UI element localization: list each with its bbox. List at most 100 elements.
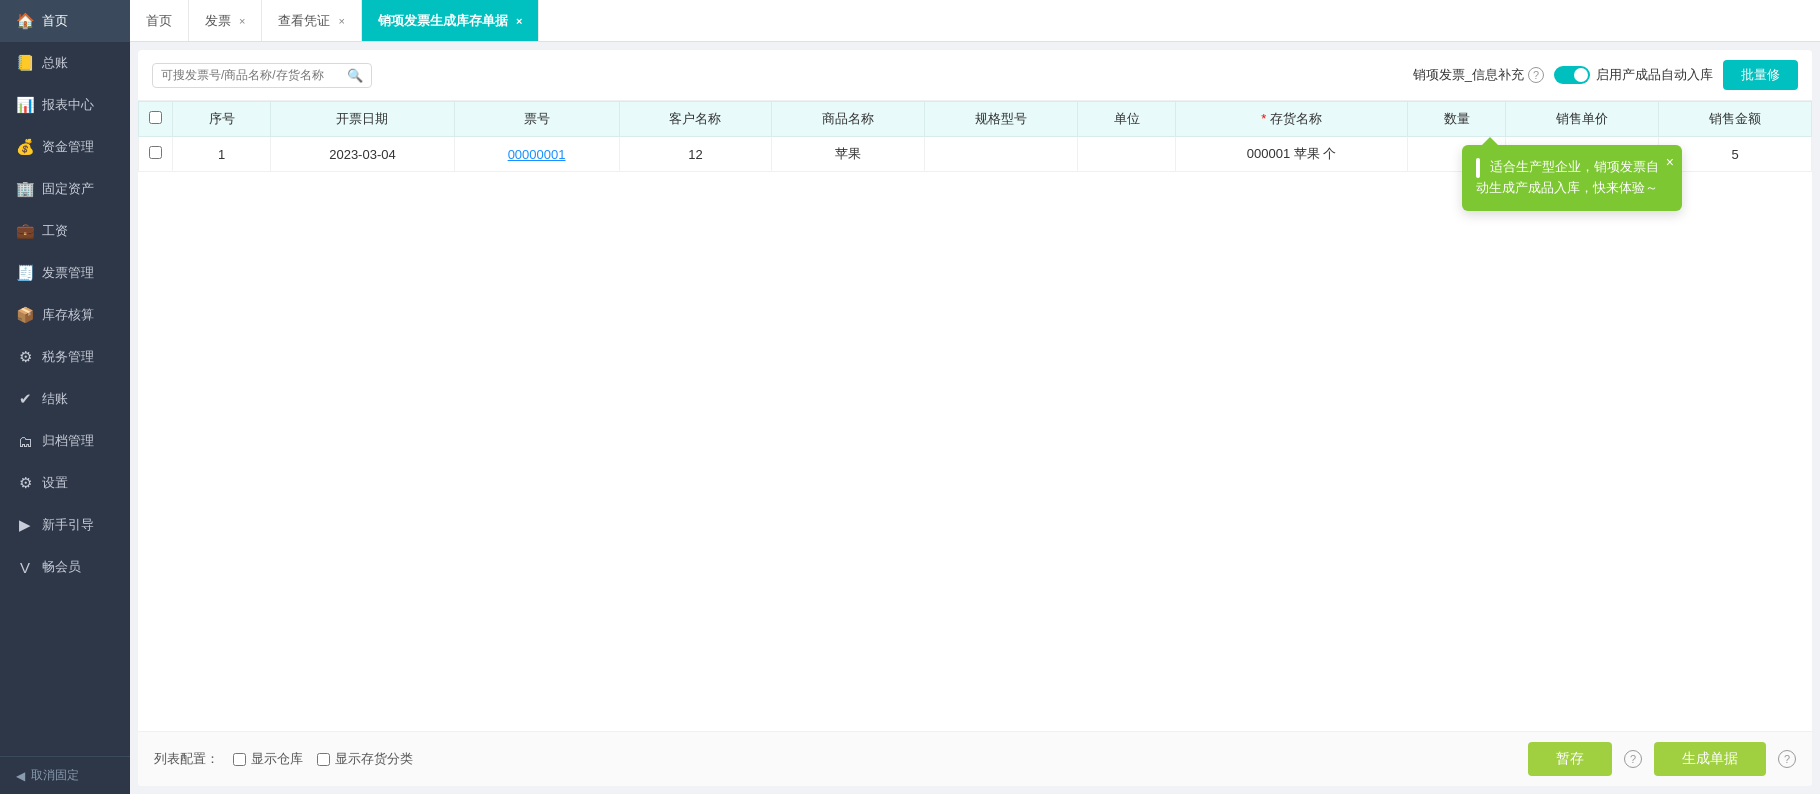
tab-home[interactable]: 首页	[130, 0, 189, 41]
row-invoice-no[interactable]: 00000001	[454, 137, 619, 172]
show-category-label: 显示存货分类	[335, 750, 413, 768]
sidebar-item-reports[interactable]: 📊 报表中心	[0, 84, 130, 126]
sidebar-item-invoice[interactable]: 🧾 发票管理	[0, 252, 130, 294]
show-category-wrap[interactable]: 显示存货分类	[317, 750, 413, 768]
save-help-icon[interactable]: ?	[1624, 750, 1642, 768]
bottom-bar: 列表配置： 显示仓库 显示存货分类 暂存 ? 生成单据 ?	[138, 731, 1812, 786]
row-customer: 12	[619, 137, 772, 172]
header-unit: 单位	[1078, 102, 1176, 137]
funds-icon: 💰	[16, 138, 34, 156]
sidebar-item-settings[interactable]: ⚙ 设置	[0, 462, 130, 504]
toggle-label: 启用产成品自动入库	[1596, 66, 1713, 84]
pin-label: 取消固定	[31, 767, 79, 784]
search-input[interactable]	[161, 68, 341, 82]
batch-button[interactable]: 批量修	[1723, 60, 1798, 90]
info-help-icon[interactable]: ?	[1528, 67, 1544, 83]
header-invoice-no: 票号	[454, 102, 619, 137]
tab-cancel-invoice-label: 销项发票生成库存单据	[378, 12, 508, 30]
sidebar-item-salary[interactable]: 💼 工资	[0, 210, 130, 252]
show-category-checkbox[interactable]	[317, 753, 330, 766]
info-label-text: 销项发票_信息补充	[1413, 66, 1524, 84]
header-qty: 数量	[1407, 102, 1505, 137]
sidebar-item-inventory[interactable]: 📦 库存核算	[0, 294, 130, 336]
table-header-row: 序号 开票日期 票号 客户名称 商品名称 规格型号 单位 存货名称 数量 销售单…	[139, 102, 1812, 137]
header-amount: 销售金额	[1659, 102, 1812, 137]
tooltip-close-icon[interactable]: ×	[1666, 151, 1674, 173]
tab-home-label: 首页	[146, 12, 172, 30]
tab-cancel-invoice-close[interactable]: ×	[516, 15, 522, 27]
header-customer: 客户名称	[619, 102, 772, 137]
home-icon: 🏠	[16, 12, 34, 30]
sidebar-item-settle[interactable]: ✔ 结账	[0, 378, 130, 420]
invoice-icon: 🧾	[16, 264, 34, 282]
reports-icon: 📊	[16, 96, 34, 114]
tab-voucher-label: 查看凭证	[278, 12, 330, 30]
row-date: 2023-03-04	[271, 137, 454, 172]
sidebar-item-guide[interactable]: ▶ 新手引导	[0, 504, 130, 546]
auto-entry-toggle[interactable]	[1554, 66, 1590, 84]
sidebar-item-label: 新手引导	[42, 516, 94, 534]
sidebar-item-label: 设置	[42, 474, 68, 492]
sidebar-item-label: 税务管理	[42, 348, 94, 366]
search-icon[interactable]: 🔍	[347, 68, 363, 83]
sidebar-item-assets[interactable]: 🏢 固定资产	[0, 168, 130, 210]
ledger-icon: 📒	[16, 54, 34, 72]
row-checkbox[interactable]	[149, 146, 162, 159]
save-button[interactable]: 暂存	[1528, 742, 1612, 776]
archive-icon: 🗂	[16, 433, 34, 450]
pin-toggle[interactable]: ◀ 取消固定	[0, 756, 130, 794]
tab-invoice[interactable]: 发票 ×	[189, 0, 262, 41]
generate-button[interactable]: 生成单据	[1654, 742, 1766, 776]
info-label: 销项发票_信息补充 ?	[1413, 66, 1544, 84]
header-seq: 序号	[173, 102, 271, 137]
header-product: 商品名称	[772, 102, 925, 137]
sidebar-item-home[interactable]: 🏠 首页	[0, 0, 130, 42]
header-unit-price: 销售单价	[1506, 102, 1659, 137]
row-spec	[925, 137, 1078, 172]
header-checkbox-cell	[139, 102, 173, 137]
settle-icon: ✔	[16, 390, 34, 408]
assets-icon: 🏢	[16, 180, 34, 198]
tab-cancel-invoice[interactable]: 销项发票生成库存单据 ×	[362, 0, 539, 41]
tab-invoice-label: 发票	[205, 12, 231, 30]
toggle-wrap: 启用产成品自动入库	[1554, 66, 1713, 84]
sidebar-item-label: 工资	[42, 222, 68, 240]
select-all-checkbox[interactable]	[149, 111, 162, 124]
sidebar-item-label: 固定资产	[42, 180, 94, 198]
sidebar-item-label: 归档管理	[42, 432, 94, 450]
sidebar-item-label: 畅会员	[42, 558, 81, 576]
tax-icon: ⚙	[16, 348, 34, 366]
row-checkbox-cell	[139, 137, 173, 172]
show-warehouse-wrap[interactable]: 显示仓库	[233, 750, 303, 768]
row-unit	[1078, 137, 1176, 172]
tab-invoice-close[interactable]: ×	[239, 15, 245, 27]
tooltip-indicator	[1476, 158, 1480, 178]
header-spec: 规格型号	[925, 102, 1078, 137]
header-inventory: 存货名称	[1176, 102, 1408, 137]
sidebar-item-archive[interactable]: 🗂 归档管理	[0, 420, 130, 462]
sidebar-item-tax[interactable]: ⚙ 税务管理	[0, 336, 130, 378]
sidebar-item-member[interactable]: V 畅会员	[0, 546, 130, 588]
tab-voucher[interactable]: 查看凭证 ×	[262, 0, 361, 41]
sidebar-item-ledger[interactable]: 📒 总账	[0, 42, 130, 84]
member-icon: V	[16, 559, 34, 576]
sidebar-item-label: 结账	[42, 390, 68, 408]
sidebar: 🏠 首页 📒 总账 📊 报表中心 💰 资金管理 🏢 固定资产 💼 工资 🧾 发票…	[0, 0, 130, 794]
sidebar-item-label: 发票管理	[42, 264, 94, 282]
guide-icon: ▶	[16, 516, 34, 534]
pin-icon: ◀	[16, 769, 25, 783]
sidebar-item-label: 库存核算	[42, 306, 94, 324]
tab-voucher-close[interactable]: ×	[338, 15, 344, 27]
sidebar-item-funds[interactable]: 💰 资金管理	[0, 126, 130, 168]
header-date: 开票日期	[271, 102, 454, 137]
generate-help-icon[interactable]: ?	[1778, 750, 1796, 768]
show-warehouse-label: 显示仓库	[251, 750, 303, 768]
sidebar-item-label: 报表中心	[42, 96, 94, 114]
sidebar-item-label: 总账	[42, 54, 68, 72]
tooltip-text: 适合生产型企业，销项发票自动生成产成品入库，快来体验～	[1476, 159, 1659, 195]
sidebar-item-label: 资金管理	[42, 138, 94, 156]
sidebar-item-label: 首页	[42, 12, 68, 30]
show-warehouse-checkbox[interactable]	[233, 753, 246, 766]
inventory-icon: 📦	[16, 306, 34, 324]
row-product: 苹果	[772, 137, 925, 172]
